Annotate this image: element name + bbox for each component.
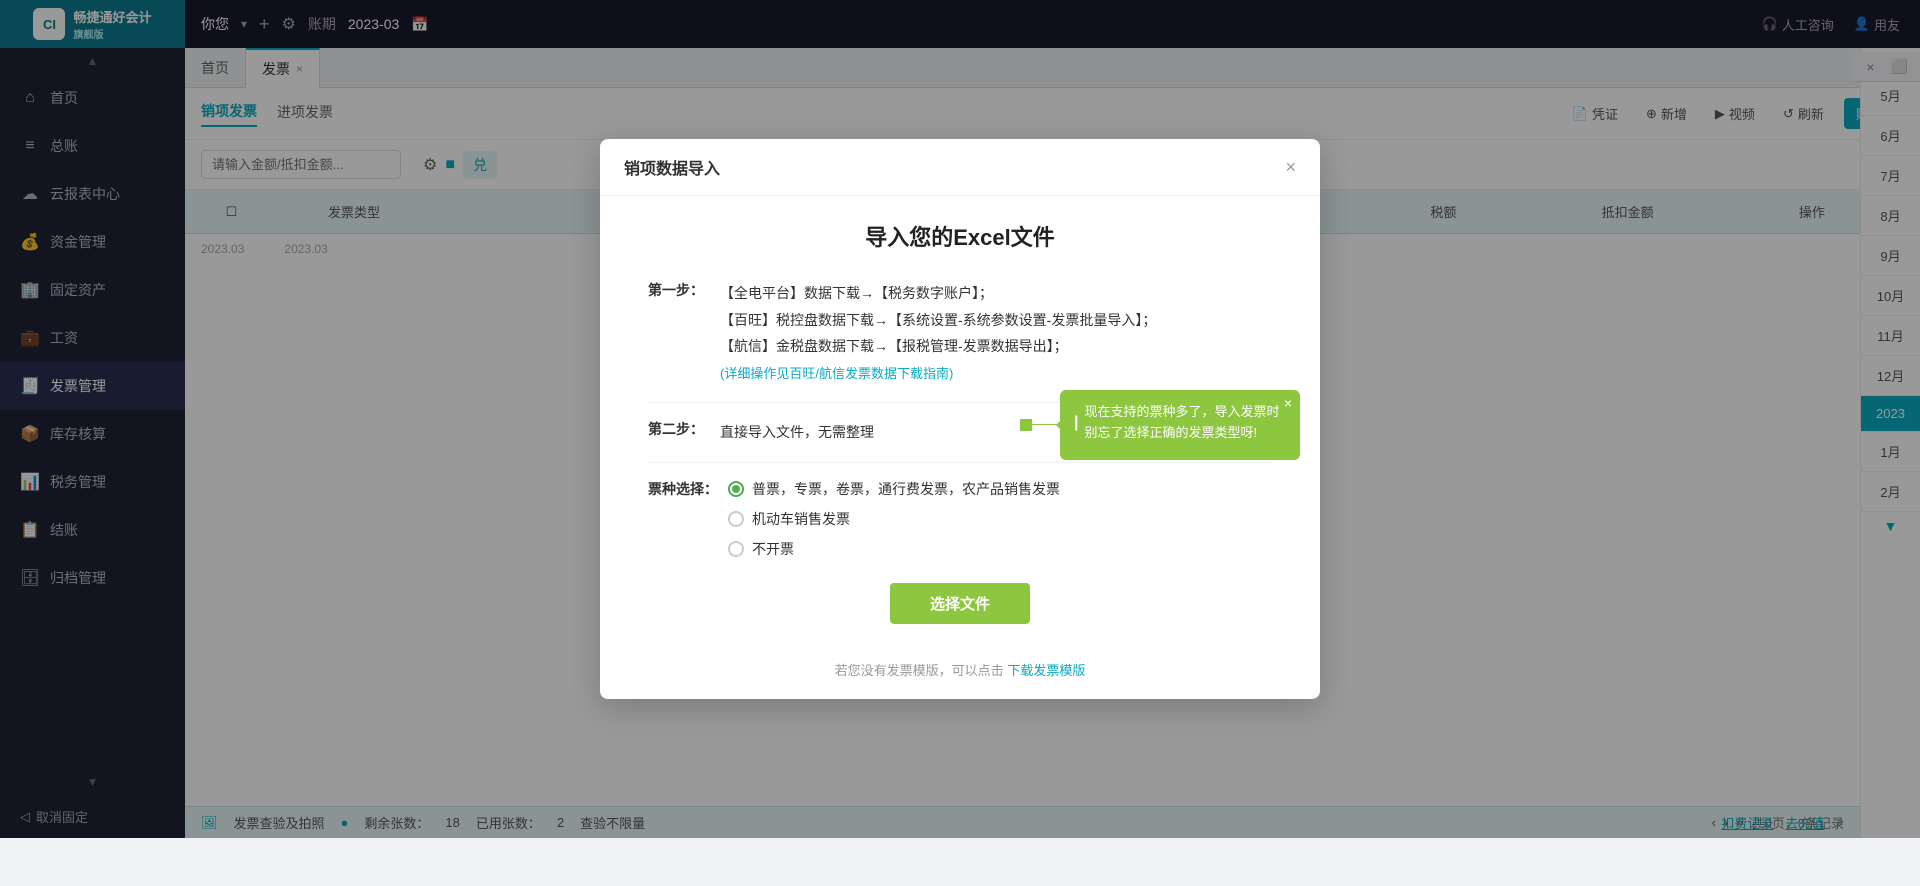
- step2-label: 第二步：: [648, 419, 708, 446]
- step1-line3: 【航信】金税盘数据下载→【报税管理-发票数据导出】；: [720, 333, 1272, 360]
- modal-header: 销项数据导入 ×: [600, 139, 1320, 196]
- radio-1-label: 普票，专票，卷票，通行费发票，农产品销售发票: [752, 479, 1060, 499]
- step1-guide-link[interactable]: (详细操作见百旺/航信发票数据下载指南): [720, 366, 953, 381]
- tooltip-line: [1032, 424, 1060, 425]
- radio-3-label: 不开票: [752, 539, 794, 559]
- radio-row-3: 不开票: [728, 539, 1060, 559]
- ticket-select-row: 票种选择： 普票，专票，卷票，通行费发票，农产品销售发票 机动车销售发票 不开票: [648, 479, 1272, 559]
- radio-3[interactable]: [728, 541, 744, 557]
- step1-link-row: (详细操作见百旺/航信发票数据下载指南): [720, 360, 1272, 387]
- tooltip-bubble: × | 现在支持的票种多了，导入发票时别忘了选择正确的发票类型呀!: [1060, 390, 1300, 460]
- step1-row: 第一步： 【全电平台】数据下载→【税务数字账户】； 【百旺】税控盘数据下载→【系…: [648, 280, 1272, 386]
- radio-group: 普票，专票，卷票，通行费发票，农产品销售发票 机动车销售发票 不开票: [728, 479, 1060, 559]
- radio-2[interactable]: [728, 511, 744, 527]
- footer-text: 若您没有发票模版，可以点击: [835, 663, 1004, 678]
- modal-footer: 若您没有发票模版，可以点击 下载发票模版: [600, 648, 1320, 699]
- step1-label: 第一步：: [648, 280, 708, 386]
- radio-1[interactable]: [728, 481, 744, 497]
- modal-close-button[interactable]: ×: [1285, 158, 1296, 176]
- step1-content: 【全电平台】数据下载→【税务数字账户】； 【百旺】税控盘数据下载→【系统设置-系…: [720, 280, 1272, 386]
- radio-2-label: 机动车销售发票: [752, 509, 850, 529]
- step1-line1: 【全电平台】数据下载→【税务数字账户】；: [720, 280, 1272, 307]
- select-file-button[interactable]: 选择文件: [890, 583, 1030, 624]
- modal-big-title: 导入您的Excel文件: [648, 220, 1272, 252]
- modal-title: 销项数据导入: [624, 155, 720, 179]
- tooltip-dot: [1020, 419, 1032, 431]
- step-divider2: [648, 462, 1272, 463]
- tooltip-close-button[interactable]: ×: [1284, 396, 1292, 410]
- radio-row-1: 普票，专票，卷票，通行费发票，农产品销售发票: [728, 479, 1060, 499]
- tooltip-text: 现在支持的票种多了，导入发票时别忘了选择正确的发票类型呀!: [1084, 402, 1286, 444]
- ticket-label: 票种选择：: [648, 479, 728, 499]
- radio-row-2: 机动车销售发票: [728, 509, 1060, 529]
- download-template-link[interactable]: 下载发票模版: [1007, 663, 1085, 678]
- step1-line2: 【百旺】税控盘数据下载→【系统设置-系统参数设置-发票批量导入】；: [720, 307, 1272, 334]
